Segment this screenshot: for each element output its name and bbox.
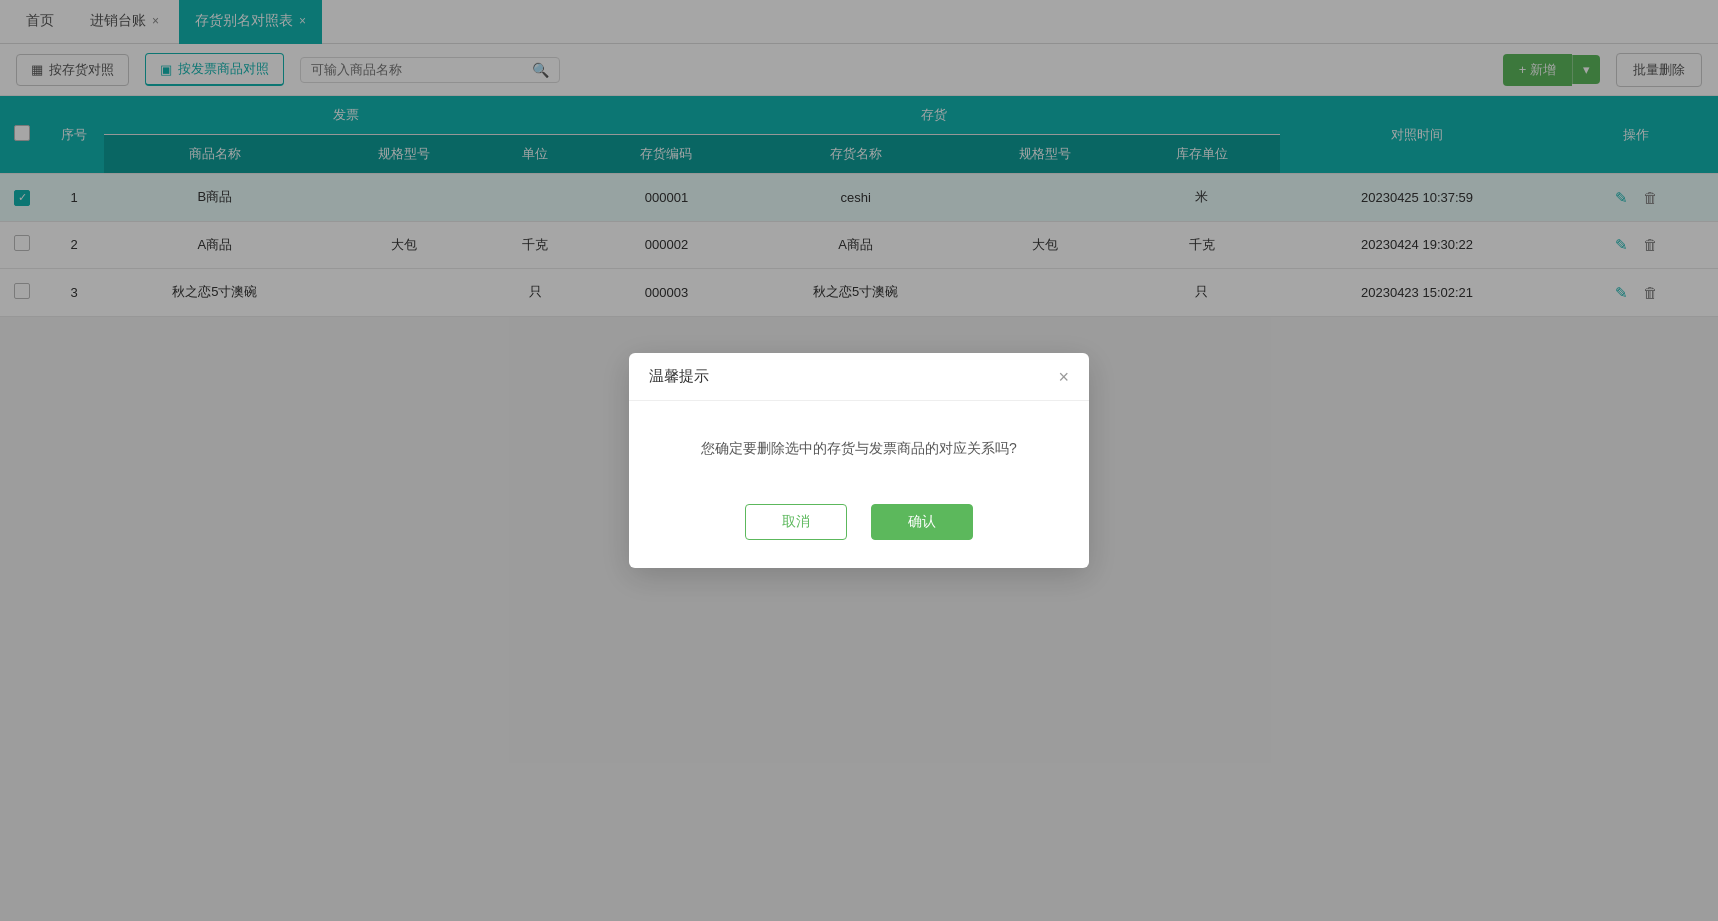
modal-overlay: 温馨提示 × 您确定要删除选中的存货与发票商品的对应关系吗? 取消 确认	[0, 0, 1718, 921]
dialog-body: 您确定要删除选中的存货与发票商品的对应关系吗?	[629, 401, 1089, 487]
dialog-message: 您确定要删除选中的存货与发票商品的对应关系吗?	[701, 440, 1017, 456]
dialog-close-button[interactable]: ×	[1058, 368, 1069, 386]
dialog-title: 温馨提示	[649, 367, 709, 386]
dialog-footer: 取消 确认	[629, 488, 1089, 568]
btn-cancel[interactable]: 取消	[745, 504, 847, 540]
confirm-dialog: 温馨提示 × 您确定要删除选中的存货与发票商品的对应关系吗? 取消 确认	[629, 353, 1089, 567]
dialog-header: 温馨提示 ×	[629, 353, 1089, 401]
btn-confirm[interactable]: 确认	[871, 504, 973, 540]
